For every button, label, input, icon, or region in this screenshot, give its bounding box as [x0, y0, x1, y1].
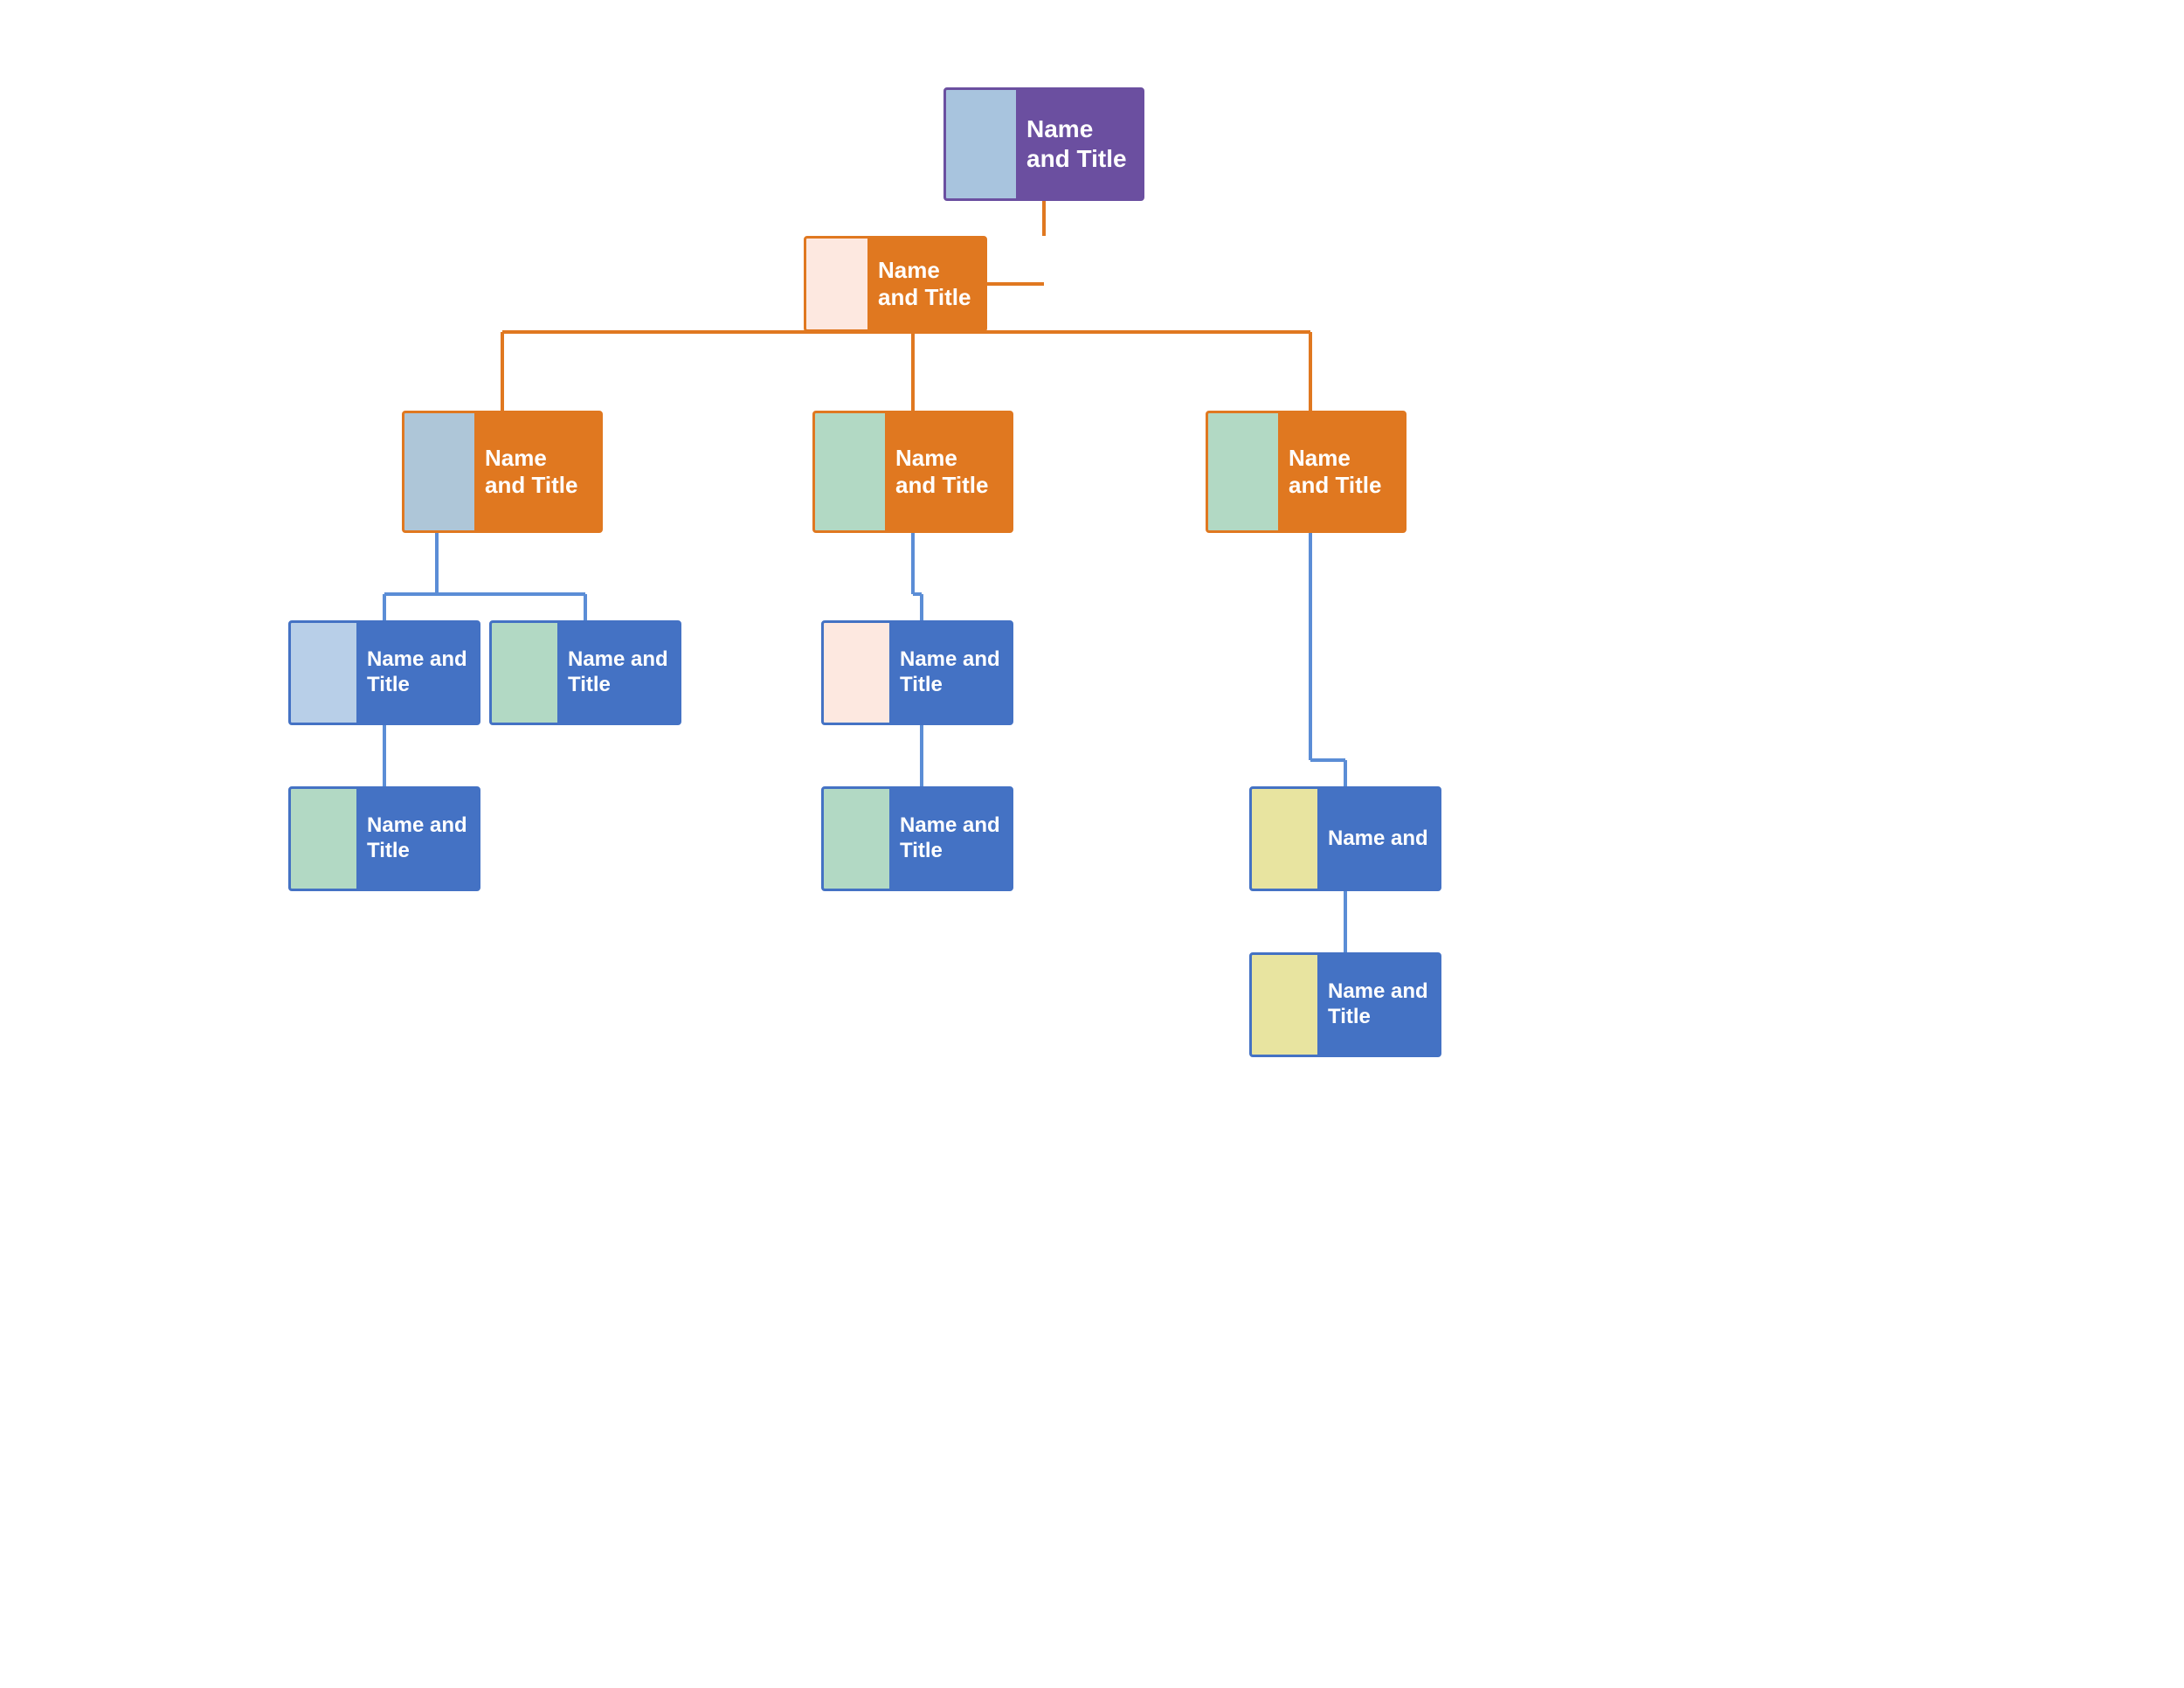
node-l3a-avatar [291, 623, 356, 723]
node-l3a-label: Name and Title [356, 623, 478, 723]
node-l3c-label: Name and Title [356, 789, 478, 889]
org-chart: Name and Title Name and Title Name and T… [0, 0, 2184, 1688]
node-l3c[interactable]: Name and Title [288, 786, 480, 891]
node-l3e-label: Name and Title [889, 789, 1011, 889]
node-l3g-label: Name and Title [1317, 955, 1439, 1055]
node-l2b-label: Name and Title [885, 413, 1011, 530]
node-l1-avatar [806, 239, 867, 329]
node-l2c-avatar [1208, 413, 1278, 530]
node-l3c-avatar [291, 789, 356, 889]
node-l3g[interactable]: Name and Title [1249, 952, 1441, 1057]
node-l3d[interactable]: Name and Title [821, 620, 1013, 725]
node-l3f-label: Name and [1317, 789, 1439, 889]
node-l3b-label: Name and Title [557, 623, 679, 723]
node-l3a[interactable]: Name and Title [288, 620, 480, 725]
node-l3b[interactable]: Name and Title [489, 620, 681, 725]
node-l1-label: Name and Title [867, 239, 985, 329]
node-root-label: Name and Title [1016, 90, 1142, 198]
node-l3e-avatar [824, 789, 889, 889]
node-root-avatar [946, 90, 1016, 198]
node-l2c[interactable]: Name and Title [1206, 411, 1406, 533]
node-l2a-label: Name and Title [474, 413, 600, 530]
node-l1[interactable]: Name and Title [804, 236, 987, 332]
node-l2c-label: Name and Title [1278, 413, 1404, 530]
node-l3f-avatar [1252, 789, 1317, 889]
node-l3d-avatar [824, 623, 889, 723]
node-l2a[interactable]: Name and Title [402, 411, 603, 533]
node-l2a-avatar [404, 413, 474, 530]
node-l3b-avatar [492, 623, 557, 723]
node-l3d-label: Name and Title [889, 623, 1011, 723]
node-l2b-avatar [815, 413, 885, 530]
node-l3f[interactable]: Name and [1249, 786, 1441, 891]
node-l2b[interactable]: Name and Title [812, 411, 1013, 533]
node-l3g-avatar [1252, 955, 1317, 1055]
node-root[interactable]: Name and Title [943, 87, 1144, 201]
node-l3e[interactable]: Name and Title [821, 786, 1013, 891]
